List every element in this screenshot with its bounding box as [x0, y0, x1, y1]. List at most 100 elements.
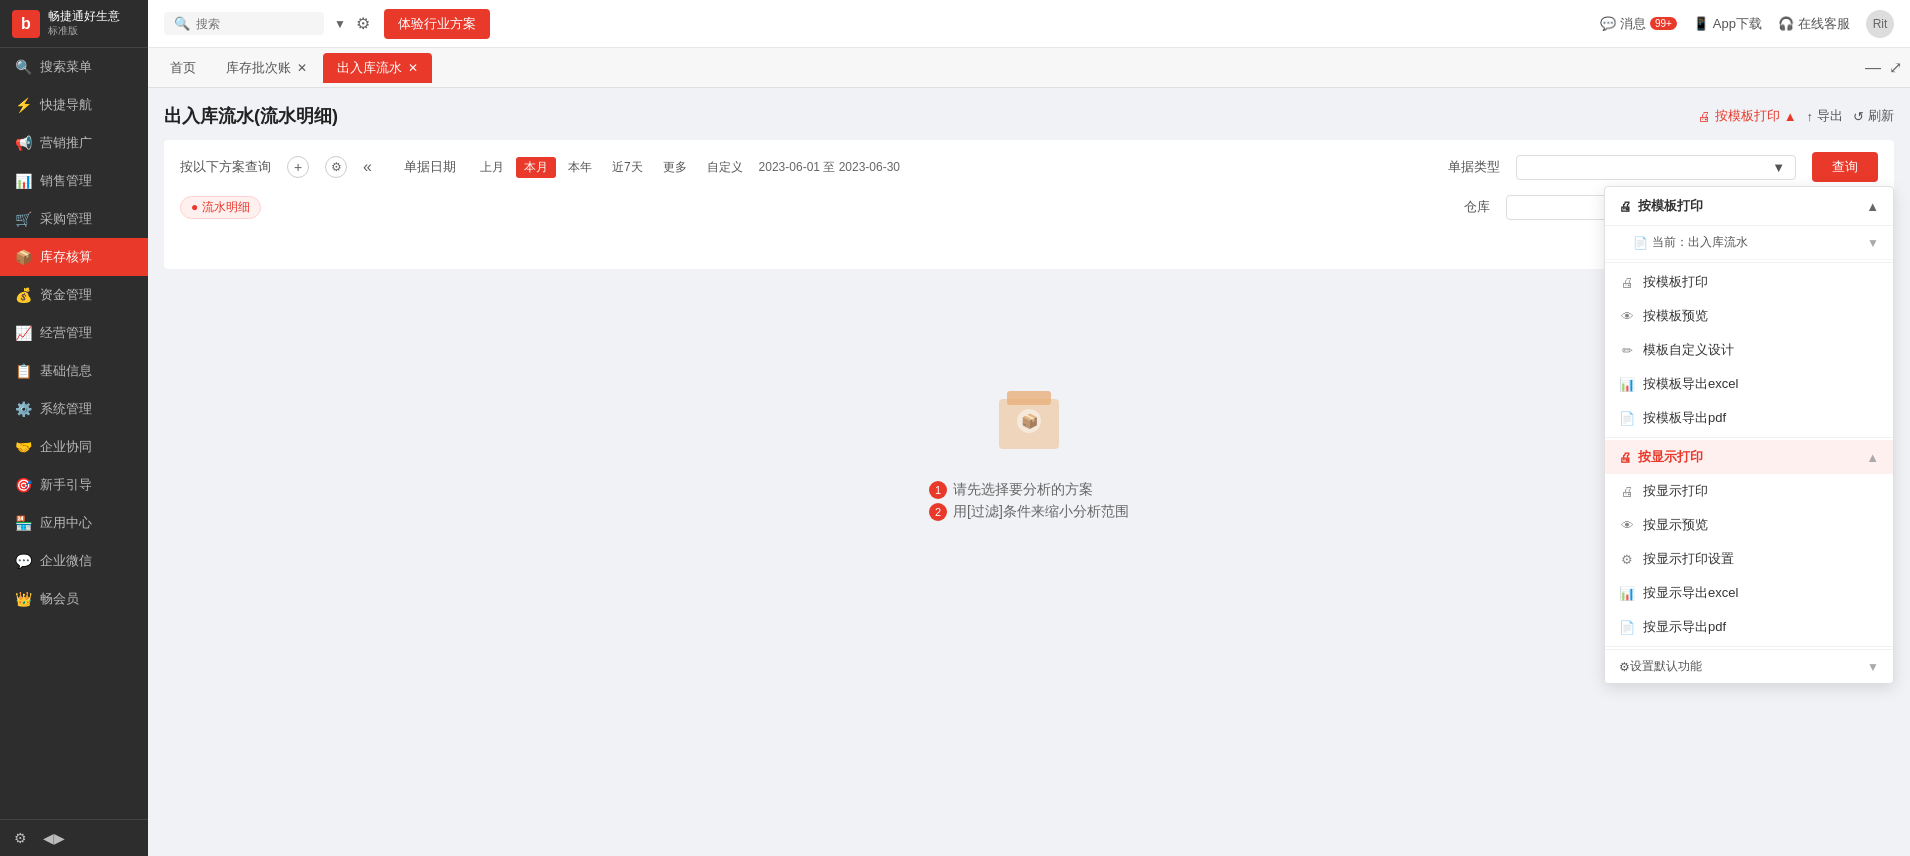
tab-inventory-batch[interactable]: 库存批次账 ✕ [212, 53, 321, 83]
sidebar-item-enterprise[interactable]: 🤝 企业协同 [0, 428, 148, 466]
date-btn-custom[interactable]: 自定义 [699, 157, 751, 178]
dropdown-item-display-print[interactable]: 🖨 按显示打印 [1605, 474, 1893, 508]
sidebar-item-basic[interactable]: 📋 基础信息 [0, 352, 148, 390]
dropdown-item-template-custom[interactable]: ✏ 模板自定义设计 [1605, 333, 1893, 367]
tab-inventory-batch-close[interactable]: ✕ [297, 61, 307, 75]
topbar-settings-icon[interactable]: ⚙ [356, 14, 370, 33]
sidebar-item-operations[interactable]: 📈 经营管理 [0, 314, 148, 352]
date-btn-last-month[interactable]: 上月 [472, 157, 512, 178]
export-label: 导出 [1817, 107, 1843, 125]
sidebar-item-wechat[interactable]: 💬 企业微信 [0, 542, 148, 580]
sidebar-item-system[interactable]: ⚙️ 系统管理 [0, 390, 148, 428]
sidebar-item-inventory[interactable]: 📦 库存核算 [0, 238, 148, 276]
template-custom-icon: ✏ [1619, 342, 1635, 358]
basic-icon: 📋 [14, 362, 32, 380]
query-btn[interactable]: 查询 [1812, 152, 1878, 182]
online-service-btn[interactable]: 🎧 在线客服 [1778, 15, 1850, 33]
refresh-btn[interactable]: ↺ 刷新 [1853, 107, 1894, 125]
message-icon: 💬 [1600, 16, 1616, 31]
dropdown-item-display-excel[interactable]: 📊 按显示导出excel [1605, 576, 1893, 610]
online-service-label: 在线客服 [1798, 15, 1850, 33]
divider-1 [1605, 262, 1893, 263]
filter-collapse-icon[interactable]: « [363, 158, 372, 176]
sidebar-label-inventory: 库存核算 [40, 248, 92, 266]
empty-tip-1: 1 请先选择要分析的方案 [929, 481, 1129, 499]
topbar-search-input[interactable] [196, 17, 314, 31]
settings-bottom-icon[interactable]: ⚙ [14, 830, 27, 846]
sidebar-item-app-center[interactable]: 🏪 应用中心 [0, 504, 148, 542]
dropdown-panel-header: 🖨 按模板打印 ▲ [1605, 187, 1893, 226]
sidebar-logo: b 畅捷通好生意 标准版 [0, 0, 148, 48]
message-btn[interactable]: 💬 消息 99+ [1600, 15, 1677, 33]
sidebar-item-sales[interactable]: 📊 销售管理 [0, 162, 148, 200]
filter-add-btn[interactable]: + [287, 156, 309, 178]
divider-3 [1605, 646, 1893, 647]
wechat-icon: 💬 [14, 552, 32, 570]
topbar-dropdown-arrow[interactable]: ▼ [334, 17, 346, 31]
sidebar-label-operations: 经营管理 [40, 324, 92, 342]
dropdown-panel-collapse-arrow[interactable]: ▲ [1866, 199, 1879, 214]
dropdown-item-display-preview[interactable]: 👁 按显示预览 [1605, 508, 1893, 542]
export-btn[interactable]: ↑ 导出 [1807, 107, 1844, 125]
filter-settings-btn[interactable]: ⚙ [325, 156, 347, 178]
tab-minimize-btn[interactable]: — [1865, 59, 1881, 77]
dropdown-current-item[interactable]: 📄 当前：出入库流水 ▼ [1605, 226, 1893, 260]
sidebar-item-quick-nav[interactable]: ⚡ 快捷导航 [0, 86, 148, 124]
page-header: 出入库流水(流水明细) 🖨 按模板打印 ▲ ↑ 导出 ↺ [164, 104, 1894, 128]
date-btn-this-year[interactable]: 本年 [560, 157, 600, 178]
sidebar-item-funds[interactable]: 💰 资金管理 [0, 276, 148, 314]
filter-label: 按以下方案查询 [180, 158, 271, 176]
display-settings-icon: ⚙ [1619, 551, 1635, 567]
marketing-icon: 📢 [14, 134, 32, 152]
sidebar-label-purchase: 采购管理 [40, 210, 92, 228]
refresh-label: 刷新 [1868, 107, 1894, 125]
sales-icon: 📊 [14, 172, 32, 190]
display-preview-label: 按显示预览 [1643, 516, 1708, 534]
dropdown-item-template-excel[interactable]: 📊 按模板导出excel [1605, 367, 1893, 401]
dropdown-item-template-preview[interactable]: 👁 按模板预览 [1605, 299, 1893, 333]
tag-icon: ● [191, 200, 198, 214]
industry-btn[interactable]: 体验行业方案 [384, 9, 490, 39]
sidebar-label-guide: 新手引导 [40, 476, 92, 494]
app-download-icon: 📱 [1693, 16, 1709, 31]
dropdown-item-template-pdf[interactable]: 📄 按模板导出pdf [1605, 401, 1893, 435]
app-download-btn[interactable]: 📱 App下载 [1693, 15, 1762, 33]
dropdown-display-print-section[interactable]: 🖨 按显示打印 ▲ [1605, 440, 1893, 474]
dropdown-item-display-settings[interactable]: ⚙ 按显示打印设置 [1605, 542, 1893, 576]
sidebar-label-quick-nav: 快捷导航 [40, 96, 92, 114]
dropdown-title-label: 按模板打印 [1638, 197, 1703, 215]
sidebar-item-guide[interactable]: 🎯 新手引导 [0, 466, 148, 504]
dropdown-current-label: 当前：出入库流水 [1652, 234, 1748, 251]
operations-icon: 📈 [14, 324, 32, 342]
sidebar-item-member[interactable]: 👑 畅会员 [0, 580, 148, 618]
topbar-search-box[interactable]: 🔍 [164, 12, 324, 35]
sidebar-item-purchase[interactable]: 🛒 采购管理 [0, 200, 148, 238]
tab-inventory-flow[interactable]: 出入库流水 ✕ [323, 53, 432, 83]
date-btn-7days[interactable]: 近7天 [604, 157, 651, 178]
enterprise-icon: 🤝 [14, 438, 32, 456]
tab-maximize-btn[interactable]: ⤢ [1889, 58, 1902, 77]
sidebar-item-search[interactable]: 🔍 搜索菜单 [0, 48, 148, 86]
doc-type-select[interactable]: ▼ [1516, 155, 1796, 180]
print-template-btn[interactable]: 🖨 按模板打印 ▲ [1698, 107, 1797, 125]
sidebar-label-system: 系统管理 [40, 400, 92, 418]
display-print-label: 按显示打印 [1643, 482, 1708, 500]
sidebar-item-marketing[interactable]: 📢 营销推广 [0, 124, 148, 162]
date-btn-more[interactable]: 更多 [655, 157, 695, 178]
logo-name: 畅捷通好生意 [48, 9, 120, 25]
doc-type-dropdown-arrow: ▼ [1772, 160, 1785, 175]
date-btn-this-month[interactable]: 本月 [516, 157, 556, 178]
display-section-icon: 🖨 [1619, 450, 1632, 465]
tab-home[interactable]: 首页 [156, 53, 210, 83]
dropdown-item-template-print[interactable]: 🖨 按模板打印 [1605, 265, 1893, 299]
empty-tip-2: 2 用[过滤]条件来缩小分析范围 [929, 503, 1129, 521]
collapse-sidebar-icon[interactable]: ◀▶ [43, 830, 65, 846]
template-preview-icon: 👁 [1619, 308, 1635, 324]
tab-inventory-flow-close[interactable]: ✕ [408, 61, 418, 75]
user-profile[interactable]: Rit [1866, 10, 1894, 38]
headset-icon: 🎧 [1778, 16, 1794, 31]
page-content: 出入库流水(流水明细) 🖨 按模板打印 ▲ ↑ 导出 ↺ [148, 88, 1910, 856]
dropdown-footer[interactable]: ⚙ 设置默认功能 ▼ [1605, 649, 1893, 683]
dropdown-item-display-pdf[interactable]: 📄 按显示导出pdf [1605, 610, 1893, 644]
sidebar-label-basic: 基础信息 [40, 362, 92, 380]
